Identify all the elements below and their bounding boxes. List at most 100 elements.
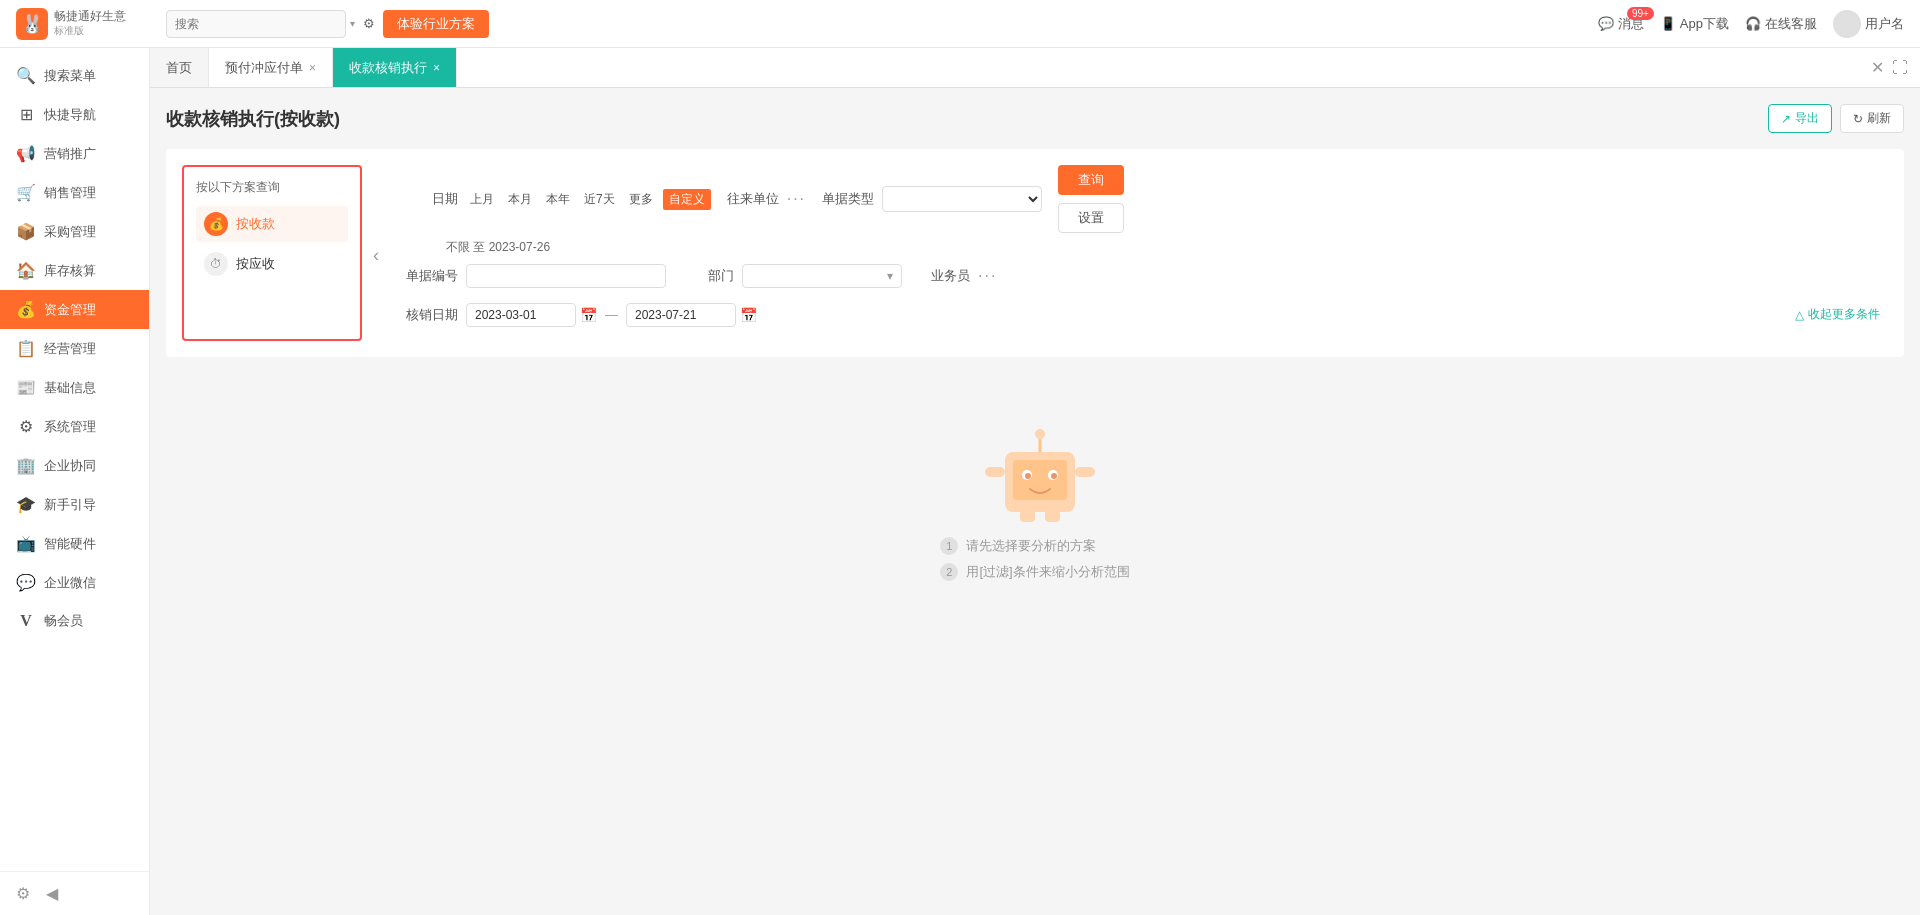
filter-row-1: 日期 上月 本月 本年 近7天 更多 自定义 往来单位 bbox=[406, 165, 1888, 233]
sidebar: 🔍 搜索菜单 ⊞ 快捷导航 📢 营销推广 🛒 销售管理 📦 采购管理 🏠 bbox=[0, 48, 150, 915]
svg-point-5 bbox=[1051, 473, 1057, 479]
sidebar-item-label: 库存核算 bbox=[44, 262, 96, 280]
filter-by-receipt[interactable]: 💰 按收款 bbox=[196, 206, 348, 242]
sidebar-item-vip[interactable]: V 畅会员 bbox=[0, 602, 149, 640]
collapse-scheme-button[interactable]: ‹ bbox=[366, 245, 386, 265]
tab-maximize-button[interactable]: ⛶ bbox=[1892, 59, 1908, 77]
sidebar-item-wechat[interactable]: 💬 企业微信 bbox=[0, 563, 149, 602]
message-button[interactable]: 💬 消息 99+ bbox=[1598, 15, 1644, 33]
tab-close-window-button[interactable]: ✕ bbox=[1871, 58, 1884, 77]
sidebar-item-inventory[interactable]: 🏠 库存核算 bbox=[0, 251, 149, 290]
tip-text-1: 请先选择要分析的方案 bbox=[966, 537, 1096, 555]
sidebar-menu: 🔍 搜索菜单 ⊞ 快捷导航 📢 营销推广 🛒 销售管理 📦 采购管理 🏠 bbox=[0, 48, 149, 871]
dept-field: 部门 ▾ bbox=[682, 264, 902, 288]
collapse-more-button[interactable]: △ 收起更多条件 bbox=[1787, 302, 1888, 327]
sidebar-item-basic[interactable]: 📰 基础信息 bbox=[0, 368, 149, 407]
tab-spacer bbox=[457, 48, 1859, 87]
page-title: 收款核销执行(按收款) bbox=[166, 107, 340, 131]
sidebar-item-quick-nav[interactable]: ⊞ 快捷导航 bbox=[0, 95, 149, 134]
query-button[interactable]: 查询 bbox=[1058, 165, 1124, 195]
filter-by-receivable[interactable]: ⏱ 按应收 bbox=[196, 246, 348, 282]
box-icon: 📦 bbox=[16, 222, 36, 241]
tab-prepay-close[interactable]: × bbox=[309, 61, 316, 75]
sidebar-item-finance[interactable]: 💰 资金管理 bbox=[0, 290, 149, 329]
sidebar-item-purchase[interactable]: 📦 采购管理 bbox=[0, 212, 149, 251]
export-label: 导出 bbox=[1795, 110, 1819, 127]
service-icon: 🎧 bbox=[1745, 16, 1761, 31]
writeoff-date-start-input[interactable] bbox=[466, 303, 576, 327]
tab-prepay[interactable]: 预付冲应付单 × bbox=[209, 48, 333, 87]
writeoff-date-end-input[interactable] bbox=[626, 303, 736, 327]
settings-icon[interactable]: ⚙ bbox=[16, 884, 30, 903]
sidebar-item-label: 智能硬件 bbox=[44, 535, 96, 553]
top-bar: 🐰 畅捷通好生意 标准版 ▾ ⚙ 体验行业方案 💬 消息 99+ 📱 App下载… bbox=[0, 0, 1920, 48]
partner-input-dots[interactable]: ··· bbox=[787, 190, 806, 208]
doc-no-input[interactable] bbox=[466, 264, 666, 288]
chevron-down-icon[interactable]: ▾ bbox=[350, 18, 355, 29]
sidebar-item-label: 系统管理 bbox=[44, 418, 96, 436]
date-7days[interactable]: 近7天 bbox=[580, 189, 619, 210]
doc-type-select[interactable] bbox=[882, 186, 1042, 212]
tab-bar: 首页 预付冲应付单 × 收款核销执行 × ✕ ⛶ bbox=[150, 48, 1920, 88]
date-this-month[interactable]: 本月 bbox=[504, 189, 536, 210]
tab-home[interactable]: 首页 bbox=[150, 48, 209, 87]
sidebar-item-hardware[interactable]: 📺 智能硬件 bbox=[0, 524, 149, 563]
app-icon: 📱 bbox=[1660, 16, 1676, 31]
calendar-start-icon[interactable]: 📅 bbox=[580, 307, 597, 323]
sidebar-item-sales[interactable]: 🛒 销售管理 bbox=[0, 173, 149, 212]
sidebar-item-label: 搜索菜单 bbox=[44, 67, 96, 85]
refresh-button[interactable]: ↻ 刷新 bbox=[1840, 104, 1904, 133]
date-last-month[interactable]: 上月 bbox=[466, 189, 498, 210]
filter-scheme-title: 按以下方案查询 bbox=[196, 179, 348, 196]
calendar-end-icon[interactable]: 📅 bbox=[740, 307, 757, 323]
doc-no-label: 单据编号 bbox=[406, 267, 458, 285]
date-custom[interactable]: 自定义 bbox=[663, 189, 711, 210]
sidebar-item-label: 资金管理 bbox=[44, 301, 96, 319]
receipt-icon: 💰 bbox=[204, 212, 228, 236]
setting-button[interactable]: 设置 bbox=[1058, 203, 1124, 233]
date-this-year[interactable]: 本年 bbox=[542, 189, 574, 210]
doc-no-field: 单据编号 bbox=[406, 264, 666, 288]
sidebar-item-system[interactable]: ⚙ 系统管理 bbox=[0, 407, 149, 446]
filter-panel: 按以下方案查询 💰 按收款 ⏱ 按应收 ‹ bbox=[166, 149, 1904, 357]
svg-point-4 bbox=[1025, 473, 1031, 479]
search-input[interactable] bbox=[166, 10, 346, 38]
user-avatar[interactable]: 用户名 bbox=[1833, 10, 1904, 38]
tip-text-2: 用[过滤]条件来缩小分析范围 bbox=[966, 563, 1129, 581]
tab-receipt-writeoff[interactable]: 收款核销执行 × bbox=[333, 48, 457, 87]
solution-button[interactable]: 体验行业方案 bbox=[383, 10, 489, 38]
collapse-more-label: 收起更多条件 bbox=[1808, 306, 1880, 323]
collapse-sidebar-icon[interactable]: ◀ bbox=[46, 884, 58, 903]
tab-receipt-writeoff-close[interactable]: × bbox=[433, 61, 440, 75]
tab-home-label: 首页 bbox=[166, 59, 192, 77]
filter-scheme-panel: 按以下方案查询 💰 按收款 ⏱ 按应收 bbox=[182, 165, 362, 341]
search-icon: 🔍 bbox=[16, 66, 36, 85]
doc-type-field: 单据类型 bbox=[822, 186, 1042, 212]
sidebar-item-label: 新手引导 bbox=[44, 496, 96, 514]
sidebar-footer: ⚙ ◀ bbox=[0, 871, 149, 915]
sidebar-item-guide[interactable]: 🎓 新手引导 bbox=[0, 485, 149, 524]
logo-name: 畅捷通好生意 bbox=[54, 9, 126, 25]
receivable-icon: ⏱ bbox=[204, 252, 228, 276]
date-shortcuts: 上月 本月 本年 近7天 更多 自定义 bbox=[466, 189, 711, 210]
sidebar-item-marketing[interactable]: 📢 营销推广 bbox=[0, 134, 149, 173]
hardware-icon: 📺 bbox=[16, 534, 36, 553]
staff-input-dots[interactable]: ··· bbox=[978, 267, 997, 285]
app-download-label: App下载 bbox=[1680, 15, 1729, 33]
dept-select[interactable]: ▾ bbox=[742, 264, 902, 288]
page-content: 收款核销执行(按收款) ↗ 导出 ↻ 刷新 按以下方 bbox=[150, 88, 1920, 915]
sidebar-item-label: 营销推广 bbox=[44, 145, 96, 163]
app-download-button[interactable]: 📱 App下载 bbox=[1660, 15, 1729, 33]
sidebar-item-search[interactable]: 🔍 搜索菜单 bbox=[0, 56, 149, 95]
sidebar-item-operation[interactable]: 📋 经营管理 bbox=[0, 329, 149, 368]
gear-icon[interactable]: ⚙ bbox=[363, 16, 375, 31]
logo-icon: 🐰 bbox=[16, 8, 48, 40]
avatar bbox=[1833, 10, 1861, 38]
date-nolimit-hint: 不限 至 2023-07-26 bbox=[446, 240, 550, 254]
staff-field: 业务员 ··· bbox=[918, 267, 997, 285]
export-button[interactable]: ↗ 导出 bbox=[1768, 104, 1832, 133]
date-more[interactable]: 更多 bbox=[625, 189, 657, 210]
sidebar-item-enterprise[interactable]: 🏢 企业协同 bbox=[0, 446, 149, 485]
date-label: 日期 bbox=[406, 190, 458, 208]
online-service-button[interactable]: 🎧 在线客服 bbox=[1745, 15, 1817, 33]
